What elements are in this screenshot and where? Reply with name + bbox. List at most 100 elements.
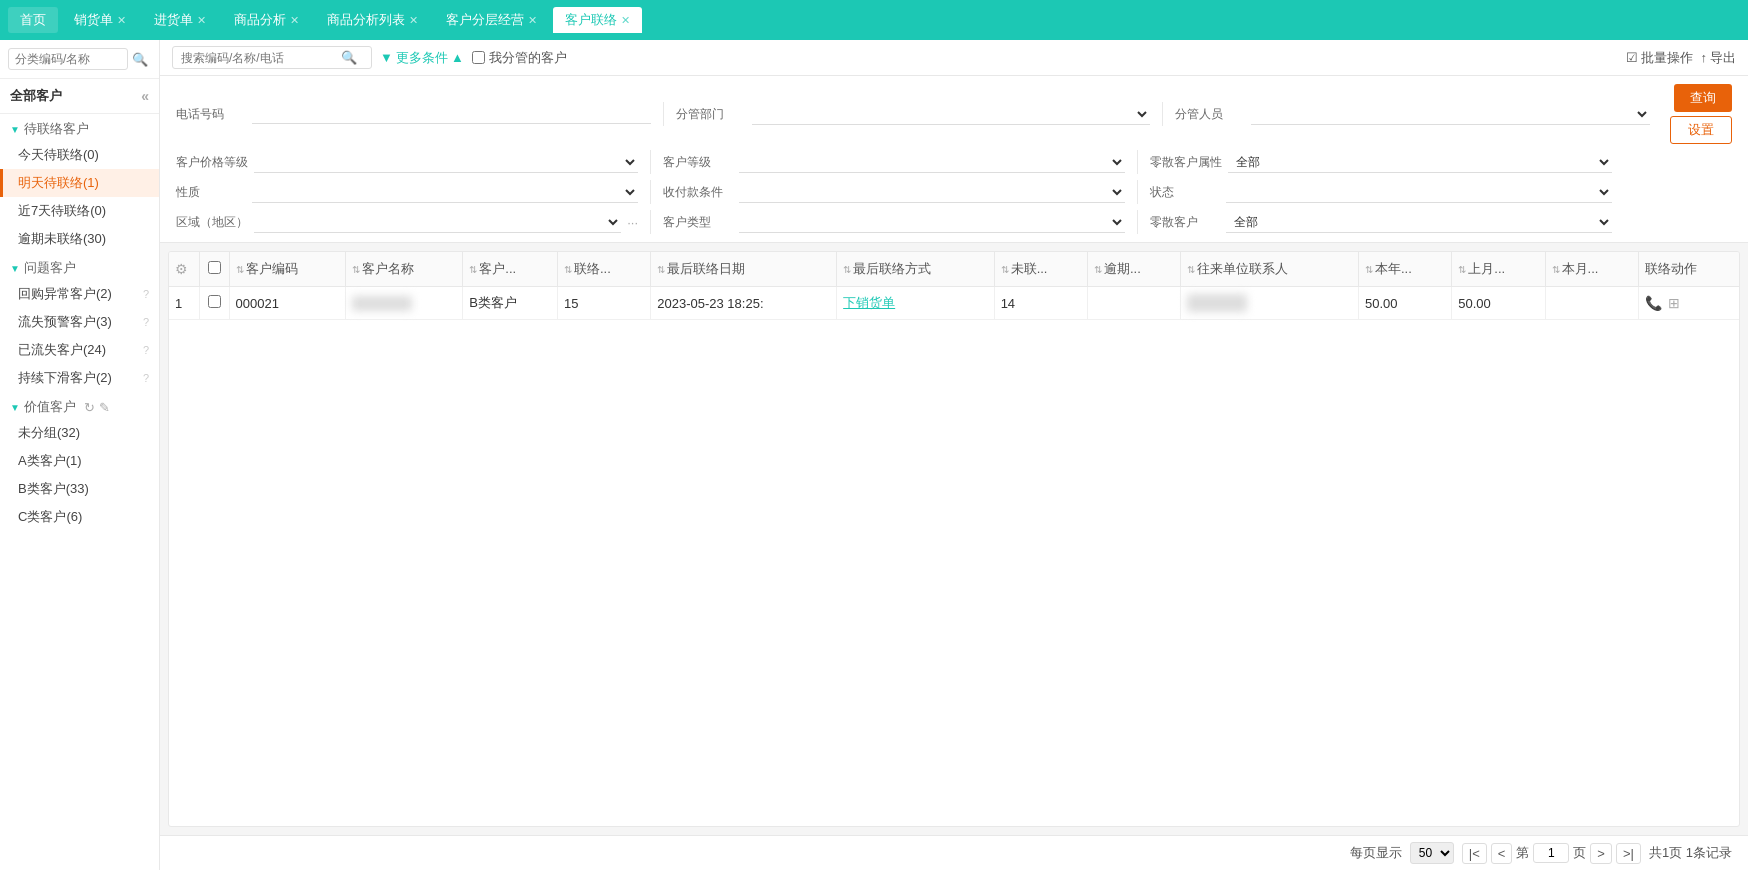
filter-retail-attr-select[interactable]: 全部 (1228, 152, 1612, 173)
page-next-btn[interactable]: > (1590, 843, 1612, 864)
filter-payment-select[interactable] (739, 182, 1125, 203)
sidebar-item-class-c[interactable]: C类客户(6) (0, 503, 159, 531)
filter-cell-grade: 客户等级 (663, 152, 1125, 173)
filter-more-conditions[interactable]: ▼ 更多条件 ▲ (380, 49, 464, 67)
th-contact-person-sort[interactable]: 往来单位联系人 (1187, 260, 1352, 278)
filter-grade-select[interactable] (739, 152, 1125, 173)
sidebar-item-class-a[interactable]: A类客户(1) (0, 447, 159, 475)
filter-status-label: 状态 (1150, 184, 1220, 201)
th-code-sort[interactable]: 客户编码 (236, 260, 340, 278)
filter-divider-1b (1162, 102, 1163, 126)
th-overdue-sort[interactable]: 逾期... (1094, 260, 1174, 278)
sidebar-section-value-refresh-icon[interactable]: ↻ (84, 400, 95, 415)
filter-retail-select[interactable]: 全部 (1226, 212, 1612, 233)
nav-salesorder[interactable]: 销货单 ✕ (62, 7, 138, 33)
th-last-contact-date-sort[interactable]: 最后联络日期 (657, 260, 830, 278)
filter-customer-type-label: 客户类型 (663, 214, 733, 231)
th-last-contact-method-sort[interactable]: 最后联络方式 (843, 260, 987, 278)
select-all-checkbox[interactable] (208, 261, 221, 274)
th-this-year-sort[interactable]: 本年... (1365, 260, 1445, 278)
sidebar-item-churned-help[interactable]: ? (143, 344, 149, 356)
filter-dept-select[interactable] (752, 104, 1151, 125)
filter-cell-retail: 零散客户 全部 (1150, 212, 1612, 233)
nav-customer-segment[interactable]: 客户分层经营 ✕ (434, 7, 549, 33)
filter-bar: 🔍 ▼ 更多条件 ▲ 我分管的客户 ☑ 批量操作 ↑ 导出 (160, 40, 1748, 76)
th-this-month-sort[interactable]: 本月... (1552, 260, 1632, 278)
th-type-sort[interactable]: 客户... (469, 260, 551, 278)
page-size-select[interactable]: 50 (1410, 842, 1454, 864)
sidebar-item-repurchase-anomaly-help[interactable]: ? (143, 288, 149, 300)
filter-divider-1a (663, 102, 664, 126)
th-this-month: 本月... (1545, 252, 1638, 287)
th-contact-count-sort[interactable]: 联络... (564, 260, 644, 278)
sidebar-item-churn-warning-help[interactable]: ? (143, 316, 149, 328)
nav-customer-segment-close[interactable]: ✕ (528, 14, 537, 27)
set-button[interactable]: 设置 (1670, 116, 1732, 144)
th-last-month-sort[interactable]: 上月... (1458, 260, 1538, 278)
sidebar-item-ungrouped[interactable]: 未分组(32) (0, 419, 159, 447)
per-page-label: 每页显示 (1350, 844, 1402, 862)
nav-product-analysis-close[interactable]: ✕ (290, 14, 299, 27)
nav-customer-contact[interactable]: 客户联络 ✕ (553, 7, 642, 33)
filter-nature-select[interactable] (252, 182, 638, 203)
filter-area-more-icon[interactable]: ··· (627, 215, 638, 230)
nav-product-analysis-list-label: 商品分析列表 (327, 11, 405, 29)
td-num: 1 (169, 287, 199, 320)
nav-product-analysis-list-close[interactable]: ✕ (409, 14, 418, 27)
query-button[interactable]: 查询 (1674, 84, 1732, 112)
sidebar-item-tomorrow[interactable]: 明天待联络(1) (0, 169, 159, 197)
sidebar-item-tomorrow-label: 明天待联络(1) (18, 174, 99, 192)
sidebar-item-7days[interactable]: 近7天待联络(0) (0, 197, 159, 225)
page-last-btn[interactable]: >| (1616, 843, 1641, 864)
filter-status-select[interactable] (1226, 182, 1612, 203)
nav-purchaseorder[interactable]: 进货单 ✕ (142, 7, 218, 33)
action-qr-icon[interactable]: ⊞ (1668, 295, 1680, 311)
sidebar-item-class-b[interactable]: B类客户(33) (0, 475, 159, 503)
page-first-btn[interactable]: |< (1462, 843, 1487, 864)
action-phone-icon[interactable]: 📞 (1645, 295, 1662, 311)
filter-cell-retail-attr: 零散客户属性 全部 (1150, 152, 1612, 173)
batch-op-button[interactable]: ☑ 批量操作 (1626, 49, 1693, 67)
sidebar-item-overdue[interactable]: 逾期未联络(30) (0, 225, 159, 253)
table-settings-icon[interactable]: ⚙ (175, 261, 188, 277)
my-customers-filter[interactable]: 我分管的客户 (472, 49, 567, 67)
nav-product-analysis[interactable]: 商品分析 ✕ (222, 7, 311, 33)
nav-salesorder-close[interactable]: ✕ (117, 14, 126, 27)
th-uncontacted-sort[interactable]: 未联... (1001, 260, 1081, 278)
sidebar-item-repurchase-anomaly[interactable]: 回购异常客户(2) ? (0, 280, 159, 308)
sidebar-section-value-edit-icon[interactable]: ✎ (99, 400, 110, 415)
td-this-year: 50.00 (1358, 287, 1451, 320)
th-name-sort[interactable]: 客户名称 (352, 260, 456, 278)
sidebar-item-today[interactable]: 今天待联络(0) (0, 141, 159, 169)
top-nav: 首页 销货单 ✕ 进货单 ✕ 商品分析 ✕ 商品分析列表 ✕ 客户分层经营 ✕ … (0, 0, 1748, 40)
nav-product-analysis-list[interactable]: 商品分析列表 ✕ (315, 7, 430, 33)
filter-phone-label: 电话号码 (176, 106, 246, 123)
table-area: ⚙ 客户编码 客户名称 客户... (168, 251, 1740, 827)
sidebar-collapse-icon[interactable]: « (141, 88, 149, 104)
sidebar-item-churn-warning[interactable]: 流失预警客户(3) ? (0, 308, 159, 336)
nav-home[interactable]: 首页 (8, 7, 58, 33)
sidebar-item-churned[interactable]: 已流失客户(24) ? (0, 336, 159, 364)
filter-area-select[interactable] (254, 212, 621, 233)
filter-price-level-select[interactable] (254, 152, 638, 173)
sidebar-item-declining[interactable]: 持续下滑客户(2) ? (0, 364, 159, 392)
sidebar-item-declining-help[interactable]: ? (143, 372, 149, 384)
filter-customer-type-select[interactable] (739, 212, 1125, 233)
filter-phone-input[interactable] (252, 105, 651, 124)
sidebar-search-icon[interactable]: 🔍 (132, 52, 148, 67)
filter-search-icon[interactable]: 🔍 (341, 50, 357, 65)
my-customers-checkbox[interactable] (472, 51, 485, 64)
nav-customer-contact-close[interactable]: ✕ (621, 14, 630, 27)
th-contact-person: 往来单位联系人 (1181, 252, 1359, 287)
sidebar-all-customers[interactable]: 全部客户 « (0, 79, 159, 114)
filter-person-select[interactable] (1251, 104, 1650, 125)
row-checkbox[interactable] (208, 295, 221, 308)
last-contact-method-link[interactable]: 下销货单 (843, 295, 895, 310)
export-button[interactable]: ↑ 导出 (1701, 49, 1737, 67)
filter-row-1: 电话号码 分管部门 分管人员 查询 (176, 84, 1732, 144)
filter-search-input[interactable] (181, 51, 341, 65)
page-input[interactable] (1533, 843, 1569, 863)
nav-purchaseorder-close[interactable]: ✕ (197, 14, 206, 27)
sidebar-search-input[interactable] (8, 48, 128, 70)
page-prev-btn[interactable]: < (1491, 843, 1513, 864)
